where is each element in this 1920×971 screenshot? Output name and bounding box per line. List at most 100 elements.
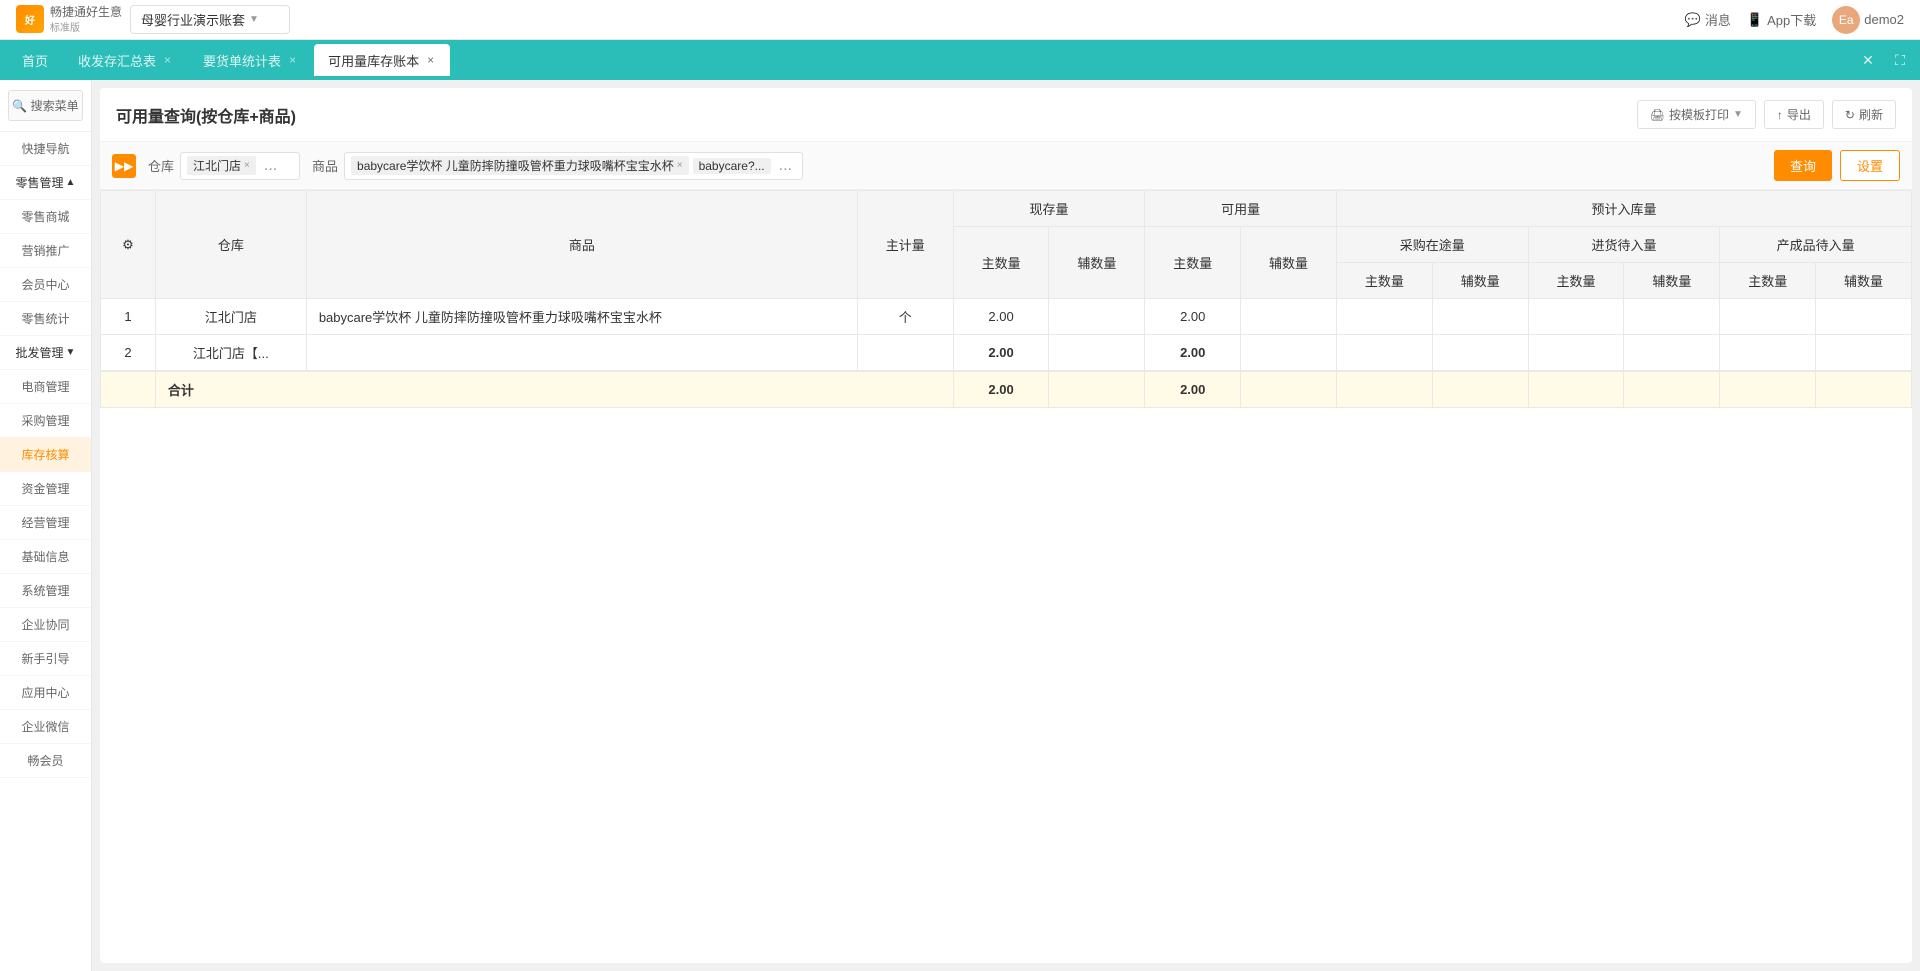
- row2-pt-main: [1336, 335, 1432, 372]
- sidebar-item-retail-mall[interactable]: 零售商城: [0, 200, 91, 234]
- sidebar-item-quick-nav[interactable]: 快捷导航: [0, 132, 91, 166]
- tab-home[interactable]: 首页: [8, 44, 62, 76]
- sidebar: 🔍 搜索菜单 快捷导航 零售管理 ▲ 零售商城 营销推广 会员中心 零售统计 批…: [0, 80, 92, 971]
- warehouse-input[interactable]: 江北门店 × ...: [180, 152, 300, 180]
- sidebar-item-enterprise-wechat[interactable]: 企业微信: [0, 710, 91, 744]
- app-download-btn[interactable]: 📱 App下载: [1747, 10, 1816, 29]
- footer-avail-main: 2.00: [1145, 371, 1241, 408]
- col-current-main-qty: 主数量: [953, 227, 1049, 299]
- expand-arrow-icon: ▶▶: [115, 159, 133, 173]
- tab-receipt-close[interactable]: ×: [162, 53, 173, 67]
- row2-index: 2: [101, 335, 156, 372]
- query-button[interactable]: 查询: [1774, 150, 1832, 181]
- col-current-stock: 现存量: [953, 191, 1145, 227]
- footer-pp-sub: [1624, 371, 1720, 408]
- product-ellipsis[interactable]: ...: [775, 157, 796, 175]
- refresh-btn[interactable]: ↻ 刷新: [1832, 100, 1896, 129]
- warehouse-tag-text: 江北门店: [193, 157, 241, 174]
- tab-home-label: 首页: [22, 51, 48, 70]
- product-filter: 商品 babycare学饮杯 儿童防摔防撞吸管杯重力球吸嘴杯宝宝水杯 × bab…: [312, 152, 803, 180]
- settings-button[interactable]: 设置: [1840, 150, 1900, 181]
- template-print-label: 按模板打印: [1669, 106, 1729, 123]
- sidebar-search-btn[interactable]: 🔍 搜索菜单: [8, 90, 83, 121]
- row1-pt-sub: [1432, 299, 1528, 335]
- new-guide-label: 新手引导: [21, 652, 69, 666]
- tab-maximize-btn[interactable]: ⛶: [1888, 48, 1912, 72]
- footer-pt-main: [1336, 371, 1432, 408]
- logo-icon: 好: [16, 5, 44, 33]
- wholesale-mgmt-label: 批发管理: [16, 344, 64, 361]
- row2-unit: [857, 335, 953, 372]
- sidebar-item-inventory-check[interactable]: 库存核算: [0, 438, 91, 472]
- tab-available-label: 可用量库存账本: [328, 51, 419, 70]
- sidebar-item-operations-mgmt[interactable]: 经营管理: [0, 506, 91, 540]
- top-header: 好 畅捷通好生意 标准版 母婴行业演示账套 ▼ 💬 消息 📱 App下载 Ea …: [0, 0, 1920, 40]
- sidebar-item-new-guide[interactable]: 新手引导: [0, 642, 91, 676]
- refresh-icon: ↻: [1845, 108, 1855, 122]
- warehouse-label: 仓库: [148, 156, 174, 175]
- table-row: 1 江北门店 babycare学饮杯 儿童防摔防撞吸管杯重力球吸嘴杯宝宝水杯 个…: [101, 299, 1912, 335]
- row2-fp-main: [1720, 335, 1816, 372]
- sidebar-item-retail-mgmt[interactable]: 零售管理 ▲: [0, 166, 91, 200]
- export-label: 导出: [1787, 106, 1811, 123]
- logo-area: 好 畅捷通好生意 标准版: [16, 5, 122, 34]
- tab-receipt-summary[interactable]: 收发存汇总表 ×: [64, 44, 187, 76]
- col-gear[interactable]: ⚙: [101, 191, 156, 299]
- tab-order-summary[interactable]: 要货单统计表 ×: [189, 44, 312, 76]
- export-btn[interactable]: ↑ 导出: [1764, 100, 1824, 129]
- message-btn[interactable]: 💬 消息: [1685, 10, 1731, 29]
- sidebar-item-basic-info[interactable]: 基础信息: [0, 540, 91, 574]
- tab-close-all-btn[interactable]: ✕: [1856, 48, 1880, 72]
- quick-nav-label: 快捷导航: [21, 142, 69, 156]
- product-tag-1-remove[interactable]: ×: [677, 160, 683, 171]
- tab-available-close[interactable]: ×: [425, 53, 436, 67]
- sidebar-item-member-center[interactable]: 会员中心: [0, 268, 91, 302]
- sidebar-item-wholesale-mgmt[interactable]: 批发管理 ▼: [0, 336, 91, 370]
- col-unit: 主计量: [857, 191, 953, 299]
- expand-icon: ▲: [66, 177, 76, 188]
- product-tag-1-text: babycare学饮杯 儿童防摔防撞吸管杯重力球吸嘴杯宝宝水杯: [357, 157, 674, 174]
- col-pp-main: 主数量: [1528, 263, 1624, 299]
- table-container[interactable]: ⚙ 仓库 商品 主计量 现存量 可用量 预计入库量 主数量 辅数量: [100, 190, 1912, 963]
- footer-fp-main: [1720, 371, 1816, 408]
- row1-current-main: 2.00: [953, 299, 1049, 335]
- sidebar-item-member-pro[interactable]: 畅会员: [0, 744, 91, 778]
- tab-available-inventory[interactable]: 可用量库存账本 ×: [314, 44, 450, 76]
- footer-empty1: [101, 371, 156, 408]
- product-label: 商品: [312, 156, 338, 175]
- logo-sub: 标准版: [50, 19, 122, 34]
- product-input[interactable]: babycare学饮杯 儿童防摔防撞吸管杯重力球吸嘴杯宝宝水杯 × babyca…: [344, 152, 803, 180]
- row1-index: 1: [101, 299, 156, 335]
- warehouse-tag-remove[interactable]: ×: [244, 160, 250, 171]
- sidebar-search-area: 🔍 搜索菜单: [0, 80, 91, 132]
- sidebar-item-app-center[interactable]: 应用中心: [0, 676, 91, 710]
- member-center-label: 会员中心: [21, 278, 69, 292]
- tab-order-close[interactable]: ×: [287, 53, 298, 67]
- sidebar-item-finance-mgmt[interactable]: 资金管理: [0, 472, 91, 506]
- operations-mgmt-label: 经营管理: [21, 516, 69, 530]
- refresh-label: 刷新: [1859, 106, 1883, 123]
- template-print-btn[interactable]: 🖨 按模板打印 ▼: [1637, 100, 1756, 129]
- sidebar-item-retail-stats[interactable]: 零售统计: [0, 302, 91, 336]
- nav-tabs: 首页 收发存汇总表 × 要货单统计表 × 可用量库存账本 × ✕ ⛶: [0, 40, 1920, 80]
- sidebar-item-marketing[interactable]: 营销推广: [0, 234, 91, 268]
- row2-pp-main: [1528, 335, 1624, 372]
- row2-current-sub: [1049, 335, 1145, 372]
- sidebar-item-enterprise-collab[interactable]: 企业协同: [0, 608, 91, 642]
- col-purchase-pending: 进货待入量: [1528, 227, 1720, 263]
- filter-row: ▶▶ 仓库 江北门店 × ... 商品: [100, 142, 1912, 190]
- message-icon: 💬: [1685, 12, 1701, 28]
- print-icon: 🖨: [1650, 108, 1665, 122]
- row2-product: [306, 335, 857, 372]
- sidebar-item-system-mgmt[interactable]: 系统管理: [0, 574, 91, 608]
- sidebar-item-ecommerce-mgmt[interactable]: 电商管理: [0, 370, 91, 404]
- sidebar-item-purchase-mgmt[interactable]: 采购管理: [0, 404, 91, 438]
- warehouse-ellipsis[interactable]: ...: [260, 157, 281, 175]
- filter-expand-btn[interactable]: ▶▶: [112, 154, 136, 178]
- row1-unit: 个: [857, 299, 953, 335]
- filter-actions-right: 查询 设置: [1774, 150, 1900, 181]
- row1-avail-sub: [1241, 299, 1337, 335]
- user-area[interactable]: Ea demo2: [1832, 6, 1904, 34]
- industry-selector[interactable]: 母婴行业演示账套 ▼: [130, 5, 290, 34]
- enterprise-wechat-label: 企业微信: [21, 720, 69, 734]
